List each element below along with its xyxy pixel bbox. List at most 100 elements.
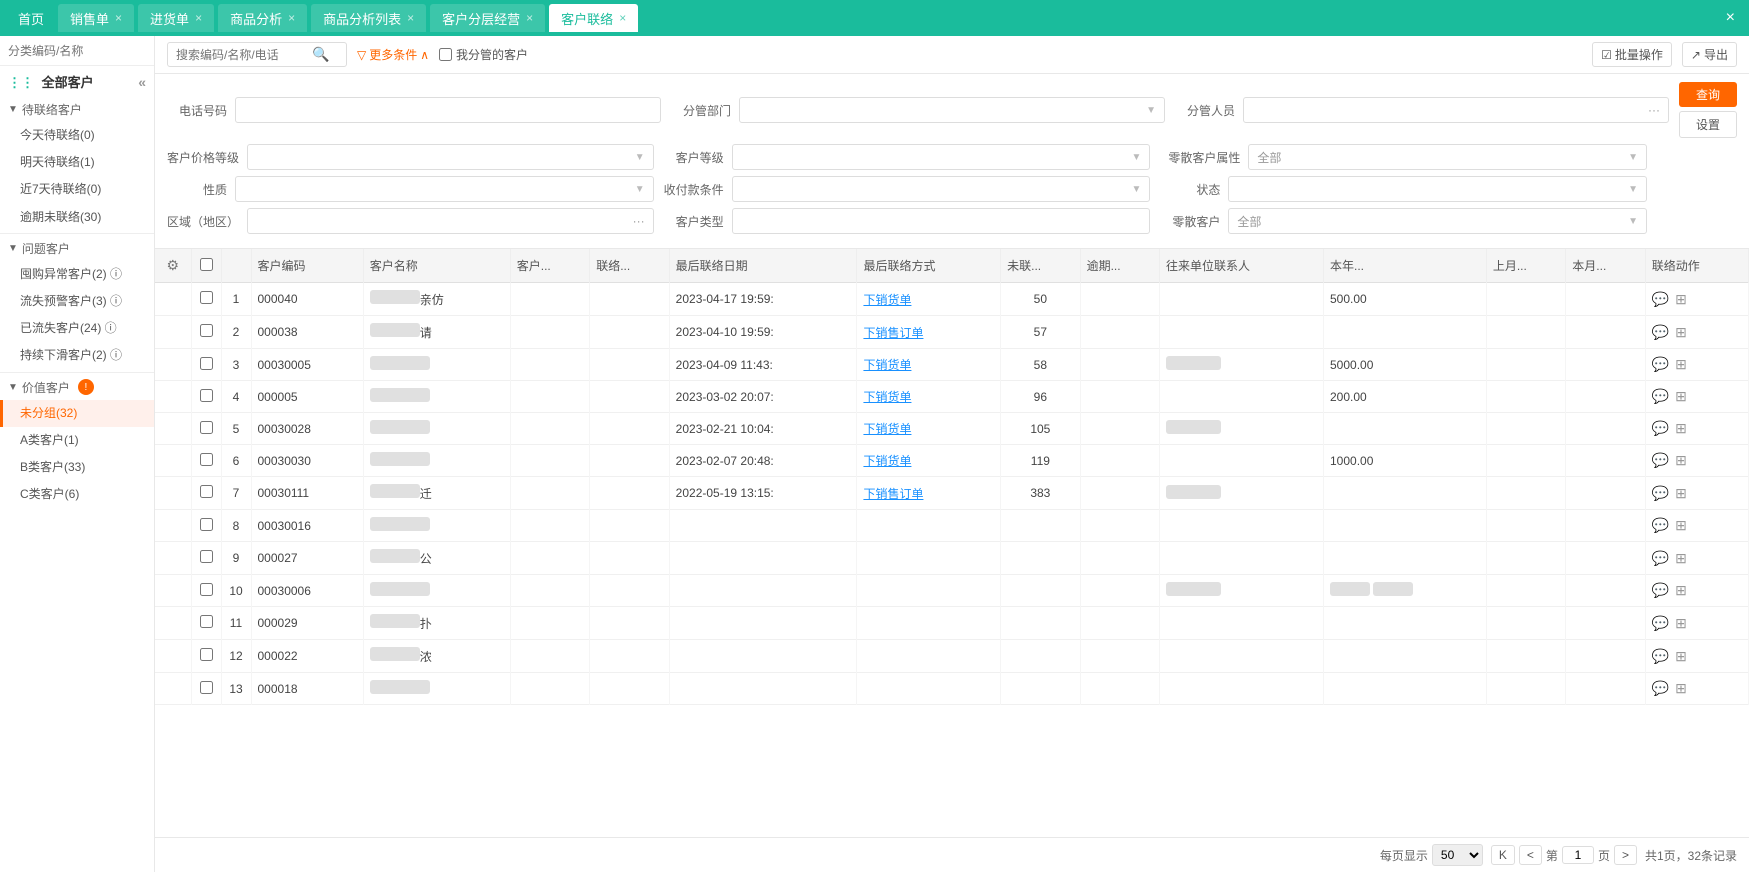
field-retail-cust-input[interactable]: 全部▼	[1228, 208, 1647, 234]
row-checkbox[interactable]	[200, 648, 213, 661]
checkbox-cell[interactable]	[191, 349, 221, 381]
last-method-link[interactable]: 下销货单	[863, 293, 911, 307]
close-tab-purchase[interactable]: ×	[195, 11, 202, 25]
field-region-input[interactable]: ···	[247, 208, 654, 234]
field-phone-input[interactable]	[235, 97, 661, 123]
checkbox-cell[interactable]	[191, 575, 221, 607]
grid-icon[interactable]: ⊞	[1675, 420, 1687, 437]
grid-icon[interactable]: ⊞	[1675, 485, 1687, 502]
chat-icon[interactable]: 💬	[1652, 291, 1669, 308]
last-method-link[interactable]: 下销货单	[863, 422, 911, 436]
batch-op-btn[interactable]: ☑ 批量操作	[1592, 42, 1672, 67]
sidebar-group-pending[interactable]: ▼ 待联络客户	[0, 97, 154, 122]
row-checkbox[interactable]	[200, 389, 213, 402]
chat-icon[interactable]: 💬	[1652, 324, 1669, 341]
row-checkbox[interactable]	[200, 485, 213, 498]
row-checkbox[interactable]	[200, 550, 213, 563]
reset-button[interactable]: 设置	[1679, 111, 1737, 138]
sidebar-group-problem[interactable]: ▼ 问题客户	[0, 236, 154, 261]
col-settings[interactable]: ⚙	[155, 249, 191, 283]
export-btn[interactable]: ↗ 导出	[1682, 42, 1737, 67]
field-price-level-input[interactable]: ▼	[247, 144, 654, 170]
col-contactperson-header[interactable]: 往来单位联系人	[1160, 249, 1324, 283]
checkbox-cell[interactable]	[191, 640, 221, 673]
checkbox-cell[interactable]	[191, 673, 221, 705]
sidebar-item-class-b[interactable]: B类客户(33)	[0, 454, 154, 481]
field-retail-attr-input[interactable]: 全部▼	[1248, 144, 1647, 170]
grid-icon[interactable]: ⊞	[1675, 291, 1687, 308]
checkbox-cell[interactable]	[191, 607, 221, 640]
row-checkbox[interactable]	[200, 681, 213, 694]
sidebar-group-value[interactable]: ▼ 价值客户 !	[0, 375, 154, 400]
chat-icon[interactable]: 💬	[1652, 420, 1669, 437]
chat-icon[interactable]: 💬	[1652, 517, 1669, 534]
grid-icon[interactable]: ⊞	[1675, 680, 1687, 697]
all-customers-header[interactable]: ⋮⋮ 全部客户 «	[0, 66, 154, 97]
chat-icon[interactable]: 💬	[1652, 648, 1669, 665]
last-method-link[interactable]: 下销货单	[863, 390, 911, 404]
prev-page-btn[interactable]: <	[1519, 845, 1542, 865]
my-customers-check[interactable]	[439, 48, 452, 61]
sidebar-item-churn-warning[interactable]: 流失预警客户(3) ⓘ	[0, 288, 154, 315]
last-method-link[interactable]: 下销售订单	[863, 326, 923, 340]
field-cust-level-input[interactable]: ▼	[732, 144, 1151, 170]
col-overdue-header[interactable]: 逾期...	[1080, 249, 1159, 283]
row-checkbox[interactable]	[200, 583, 213, 596]
row-checkbox[interactable]	[200, 453, 213, 466]
col-lastmethod-header[interactable]: 最后联络方式	[857, 249, 1001, 283]
col-thismonth-header[interactable]: 本月...	[1566, 249, 1645, 283]
checkbox-cell[interactable]	[191, 316, 221, 349]
grid-icon[interactable]: ⊞	[1675, 648, 1687, 665]
checkbox-cell[interactable]	[191, 283, 221, 316]
chat-icon[interactable]: 💬	[1652, 582, 1669, 599]
nav-tab-customer-contact[interactable]: 客户联络 ×	[549, 4, 638, 32]
sidebar-item-ungrouped[interactable]: 未分组(32)	[0, 400, 154, 427]
chat-icon[interactable]: 💬	[1652, 680, 1669, 697]
main-search-icon[interactable]: 🔍	[312, 46, 329, 63]
close-tab-customer-contact[interactable]: ×	[619, 11, 626, 25]
chat-icon[interactable]: 💬	[1652, 388, 1669, 405]
field-nature-input[interactable]: ▼	[235, 176, 654, 202]
nav-tab-customer-tier[interactable]: 客户分层经营 ×	[430, 4, 545, 32]
col-lastdate-header[interactable]: 最后联络日期	[669, 249, 857, 283]
sidebar-item-declining[interactable]: 持续下滑客户(2) ⓘ	[0, 342, 154, 369]
row-checkbox[interactable]	[200, 324, 213, 337]
grid-icon[interactable]: ⊞	[1675, 582, 1687, 599]
row-checkbox[interactable]	[200, 357, 213, 370]
nav-tab-purchase[interactable]: 进货单 ×	[138, 4, 214, 32]
col-code-header[interactable]: 客户编码	[251, 249, 363, 283]
checkbox-cell[interactable]	[191, 445, 221, 477]
last-method-link[interactable]: 下销货单	[863, 454, 911, 468]
col-lastmonth-header[interactable]: 上月...	[1486, 249, 1565, 283]
col-contact-header[interactable]: 联络...	[590, 249, 669, 283]
last-method-link[interactable]: 下销售订单	[863, 487, 923, 501]
grid-icon[interactable]: ⊞	[1675, 452, 1687, 469]
last-method-link[interactable]: 下销货单	[863, 358, 911, 372]
field-cust-type-input[interactable]	[732, 208, 1151, 234]
chat-icon[interactable]: 💬	[1652, 615, 1669, 632]
sidebar-item-abnormal[interactable]: 囤购异常客户(2) ⓘ	[0, 261, 154, 288]
query-button[interactable]: 查询	[1679, 82, 1737, 107]
checkbox-cell[interactable]	[191, 542, 221, 575]
close-tab-analysis[interactable]: ×	[288, 11, 295, 25]
page-size-select[interactable]: 50 20 100	[1432, 844, 1483, 866]
chat-icon[interactable]: 💬	[1652, 356, 1669, 373]
nav-tab-sales[interactable]: 销售单 ×	[58, 4, 134, 32]
checkbox-cell[interactable]	[191, 477, 221, 510]
col-type-header[interactable]: 客户...	[510, 249, 589, 283]
select-all-checkbox[interactable]	[200, 258, 213, 271]
sidebar-item-7days[interactable]: 近7天待联络(0)	[0, 176, 154, 203]
page-input[interactable]	[1562, 846, 1594, 864]
checkbox-cell[interactable]	[191, 413, 221, 445]
sidebar-item-churned[interactable]: 已流失客户(24) ⓘ	[0, 315, 154, 342]
grid-icon[interactable]: ⊞	[1675, 324, 1687, 341]
col-name-header[interactable]: 客户名称	[363, 249, 510, 283]
close-all-tabs[interactable]: ×	[1720, 9, 1741, 27]
sidebar-item-today[interactable]: 今天待联络(0)	[0, 122, 154, 149]
sidebar-item-overdue[interactable]: 逾期未联络(30)	[0, 204, 154, 231]
grid-icon[interactable]: ⊞	[1675, 517, 1687, 534]
close-tab-analysis-list[interactable]: ×	[407, 11, 414, 25]
sidebar-collapse-btn[interactable]: «	[138, 74, 146, 90]
checkbox-cell[interactable]	[191, 510, 221, 542]
sidebar-search-input[interactable]	[8, 44, 155, 58]
